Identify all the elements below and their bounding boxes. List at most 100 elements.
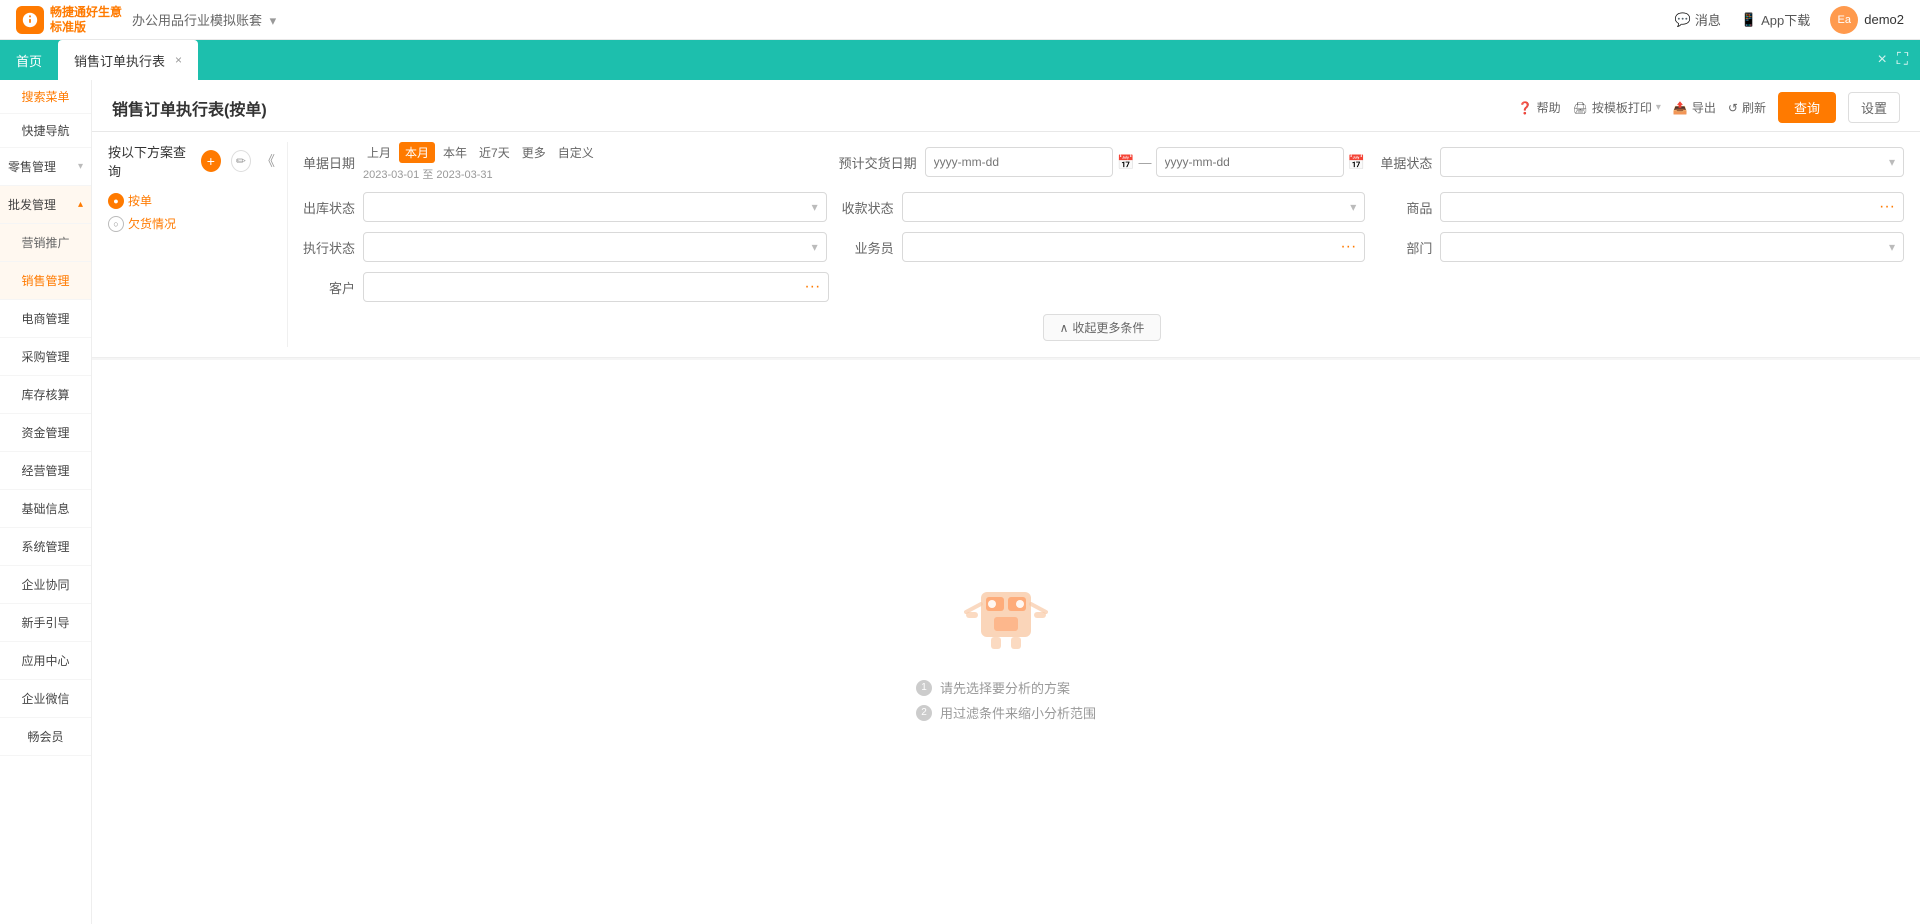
sidebar-item-retail[interactable]: 零售管理 ▾ bbox=[0, 148, 91, 186]
filter-row-3: 执行状态 ▾ 业务员 ··· bbox=[300, 232, 1904, 262]
sidebar-item-basic-info[interactable]: 基础信息 bbox=[0, 490, 91, 528]
sidebar-item-app-center[interactable]: 应用中心 bbox=[0, 642, 91, 680]
customer-select[interactable]: ··· bbox=[363, 272, 829, 302]
product-label: 商品 bbox=[1377, 198, 1432, 217]
salesperson-select[interactable]: ··· bbox=[902, 232, 1366, 262]
top-bar: 畅捷通好生意 标准版 办公用品行业模拟账套 ▾ 💬 消息 📱 App下载 Ea … bbox=[0, 0, 1920, 40]
search-menu-item[interactable]: 搜索菜单 bbox=[0, 80, 91, 114]
sidebar-item-purchase[interactable]: 采购管理 bbox=[0, 338, 91, 376]
filter-add-button[interactable]: + bbox=[201, 150, 221, 172]
sidebar-item-inventory[interactable]: 库存核算 bbox=[0, 376, 91, 414]
payment-status-arrow-icon: ▾ bbox=[1350, 200, 1356, 214]
top-bar-title: 办公用品行业模拟账套 ▾ bbox=[132, 10, 276, 29]
plan-item-shortage[interactable]: ○ 欠货情况 bbox=[108, 215, 275, 232]
filter-collapse-button[interactable]: 《 bbox=[261, 151, 275, 171]
logo-icon bbox=[16, 6, 44, 34]
payment-status-select[interactable]: ▾ bbox=[902, 192, 1366, 222]
filter-out-status: 出库状态 ▾ bbox=[300, 192, 827, 222]
tab-close-icon[interactable]: × bbox=[175, 53, 182, 67]
help-icon: ❓ bbox=[1518, 101, 1533, 115]
date-tab-this-month[interactable]: 本月 bbox=[399, 142, 435, 163]
top-bar-left: 畅捷通好生意 标准版 办公用品行业模拟账套 ▾ bbox=[16, 5, 276, 34]
filter-row-1: 单据日期 上月 本月 本年 近7天 更多 自定义 20 bbox=[300, 142, 1904, 182]
filter-exec-status: 执行状态 ▾ bbox=[300, 232, 827, 262]
product-select[interactable]: ··· bbox=[1440, 192, 1904, 222]
plan-item-by-order[interactable]: ● 按单 bbox=[108, 192, 275, 209]
settings-button[interactable]: 设置 bbox=[1848, 92, 1900, 123]
export-button[interactable]: 📤 导出 bbox=[1673, 99, 1716, 116]
date-tabs: 上月 本月 本年 近7天 更多 自定义 bbox=[363, 142, 827, 163]
sidebar-item-capital[interactable]: 资金管理 bbox=[0, 414, 91, 452]
refresh-icon: ↺ bbox=[1728, 101, 1738, 115]
top-bar-right: 💬 消息 📱 App下载 Ea demo2 bbox=[1675, 6, 1904, 34]
content-area: 销售订单执行表(按单) ❓ 帮助 🖨 按模板打印 ▾ 📤 导出 ↺ 刷新 bbox=[92, 80, 1920, 924]
print-button[interactable]: 🖨 按模板打印 ▾ bbox=[1573, 99, 1661, 116]
out-status-select[interactable]: ▾ bbox=[363, 192, 827, 222]
filter-header: 按以下方案查询 + ✏ 《 bbox=[108, 142, 275, 180]
date-tab-this-year[interactable]: 本年 bbox=[439, 142, 471, 163]
top-bar-title-arrow[interactable]: ▾ bbox=[270, 13, 277, 28]
dept-select[interactable]: ▾ bbox=[1440, 232, 1904, 262]
empty-steps: 1 请先选择要分析的方案 2 用过滤条件来缩小分析范围 bbox=[916, 678, 1096, 722]
tab-active[interactable]: 销售订单执行表 × bbox=[58, 40, 198, 80]
app-download-button[interactable]: 📱 App下载 bbox=[1741, 10, 1810, 29]
salesperson-dots-icon[interactable]: ··· bbox=[1340, 238, 1356, 256]
filter-panel-inner: 按以下方案查询 + ✏ 《 ● 按单 ○ 欠货情况 bbox=[108, 142, 1904, 347]
query-button[interactable]: 查询 bbox=[1778, 92, 1836, 123]
dept-label: 部门 bbox=[1377, 238, 1432, 257]
delivery-date-start[interactable] bbox=[925, 147, 1113, 177]
sidebar-item-wholesale[interactable]: 批发管理 ▴ bbox=[0, 186, 91, 224]
filter-dept: 部门 ▾ bbox=[1377, 232, 1904, 262]
filter-payment-status: 收款状态 ▾ bbox=[839, 192, 1366, 222]
delivery-date-end[interactable] bbox=[1156, 147, 1344, 177]
window-expand-button[interactable]: ⛶ bbox=[1897, 51, 1908, 69]
customer-dots-icon[interactable]: ··· bbox=[804, 278, 820, 296]
sidebar-item-members[interactable]: 畅会员 bbox=[0, 718, 91, 756]
refresh-button[interactable]: ↺ 刷新 bbox=[1728, 99, 1766, 116]
customer-label: 客户 bbox=[300, 278, 355, 297]
product-dots-icon[interactable]: ··· bbox=[1879, 198, 1895, 216]
date-tab-7days[interactable]: 近7天 bbox=[475, 142, 514, 163]
sidebar-item-sales[interactable]: 销售管理 bbox=[0, 262, 91, 300]
tab-home[interactable]: 首页 bbox=[0, 40, 58, 80]
exec-status-select[interactable]: ▾ bbox=[363, 232, 827, 262]
sidebar-item-system[interactable]: 系统管理 bbox=[0, 528, 91, 566]
collapse-row: ∧ 收起更多条件 bbox=[300, 308, 1904, 347]
sidebar-item-enterprise[interactable]: 企业协同 bbox=[0, 566, 91, 604]
sidebar-item-management[interactable]: 经营管理 bbox=[0, 452, 91, 490]
quick-nav-item[interactable]: 快捷导航 bbox=[0, 114, 91, 148]
sidebar-item-marketing[interactable]: 营销推广 bbox=[0, 224, 91, 262]
date-tab-more[interactable]: 更多 bbox=[518, 142, 550, 163]
order-status-label: 单据状态 bbox=[1377, 153, 1432, 172]
page-actions: ❓ 帮助 🖨 按模板打印 ▾ 📤 导出 ↺ 刷新 查询 设置 bbox=[1518, 92, 1900, 123]
order-status-select[interactable]: ▾ bbox=[1440, 147, 1904, 177]
empty-step-2: 2 用过滤条件来缩小分析范围 bbox=[916, 703, 1096, 722]
filter-customer: 客户 ··· bbox=[300, 272, 829, 302]
sidebar-item-ecommerce[interactable]: 电商管理 bbox=[0, 300, 91, 338]
tab-bar: 首页 销售订单执行表 × × ⛶ bbox=[0, 40, 1920, 80]
sidebar-item-newbie[interactable]: 新手引导 bbox=[0, 604, 91, 642]
window-close-button[interactable]: × bbox=[1877, 51, 1886, 69]
user-area[interactable]: Ea demo2 bbox=[1830, 6, 1904, 34]
exec-status-arrow-icon: ▾ bbox=[812, 240, 818, 254]
expected-delivery-label: 预计交货日期 bbox=[839, 153, 917, 172]
calendar-end-icon[interactable]: 📅 bbox=[1348, 154, 1365, 171]
user-name: demo2 bbox=[1864, 12, 1904, 27]
filter-edit-button[interactable]: ✏ bbox=[231, 150, 251, 172]
date-tab-custom[interactable]: 自定义 bbox=[554, 142, 598, 163]
exec-status-label: 执行状态 bbox=[300, 238, 355, 257]
collapse-button[interactable]: ∧ 收起更多条件 bbox=[1043, 314, 1162, 341]
message-button[interactable]: 💬 消息 bbox=[1675, 10, 1721, 29]
app-download-icon: 📱 bbox=[1741, 12, 1757, 28]
date-range-text: 2023-03-01 至 2023-03-31 bbox=[363, 166, 827, 182]
message-icon: 💬 bbox=[1675, 12, 1691, 28]
help-button[interactable]: ❓ 帮助 bbox=[1518, 99, 1561, 116]
calendar-start-icon[interactable]: 📅 bbox=[1117, 154, 1134, 171]
date-tab-last-month[interactable]: 上月 bbox=[363, 142, 395, 163]
date-label: 单据日期 bbox=[300, 153, 355, 172]
sidebar-item-enterprise-wechat[interactable]: 企业微信 bbox=[0, 680, 91, 718]
step-num-1: 1 bbox=[916, 680, 932, 696]
left-nav: 搜索菜单 快捷导航 零售管理 ▾ 批发管理 ▴ 营销推广 销售管理 电商管理 采… bbox=[0, 80, 92, 924]
dept-arrow-icon: ▾ bbox=[1889, 240, 1895, 254]
order-status-arrow-icon: ▾ bbox=[1889, 155, 1895, 169]
